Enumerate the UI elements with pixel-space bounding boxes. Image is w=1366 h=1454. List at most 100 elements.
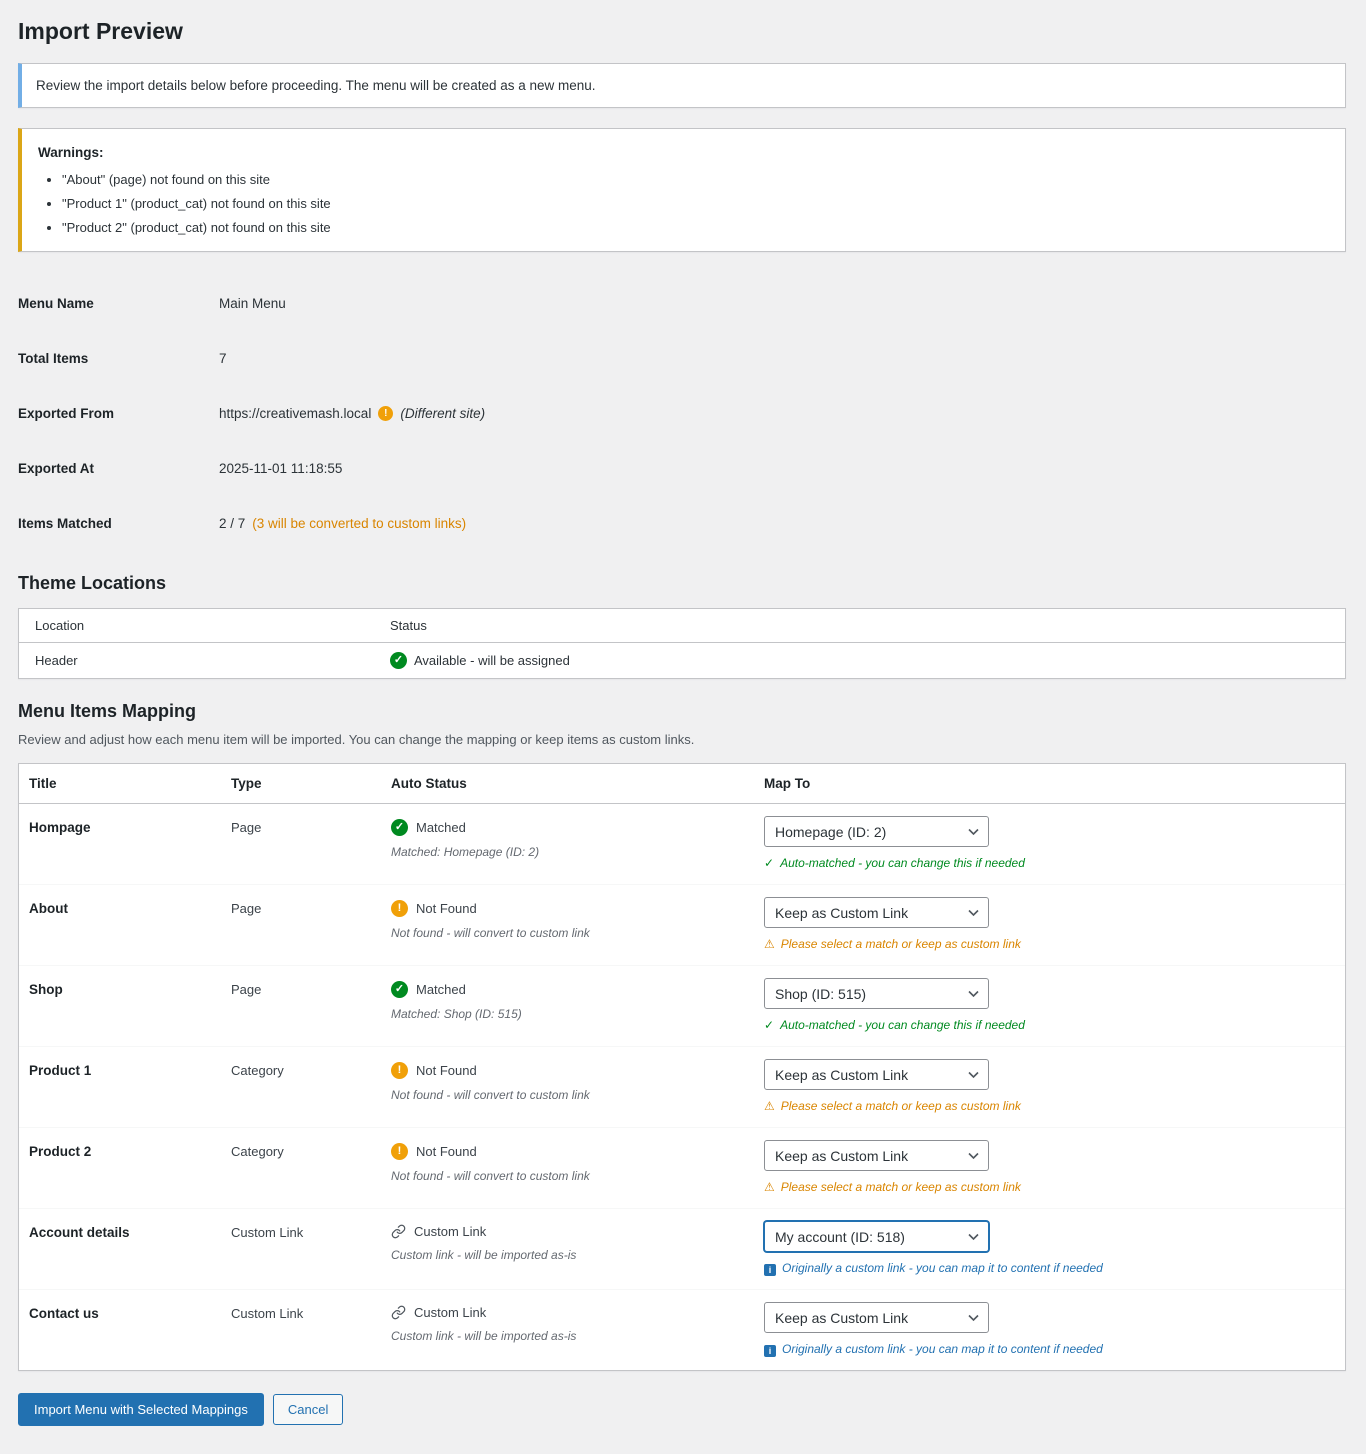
- matched-icon: ✓: [391, 819, 408, 836]
- import-preview-page: Import Preview Review the import details…: [18, 18, 1346, 1426]
- items-matched-count: 2 / 7: [219, 516, 245, 531]
- map-to-select[interactable]: Keep as Custom Link: [764, 897, 989, 928]
- map-to-select[interactable]: Keep as Custom Link: [764, 1140, 989, 1171]
- check-glyph: ✓: [764, 1018, 774, 1032]
- column-header-auto-status: Auto Status: [381, 764, 754, 804]
- map-note: ✓ Auto-matched - you can change this if …: [764, 1018, 1335, 1032]
- detail-row-menu-name: Menu Name Main Menu: [18, 276, 1346, 331]
- not-found-icon: !: [391, 1062, 408, 1079]
- theme-locations-table: Location Status Header ✓ Available - wil…: [18, 608, 1346, 679]
- item-type: Category: [221, 1047, 381, 1127]
- link-icon: [391, 1224, 406, 1239]
- warning-item: "Product 1" (product_cat) not found on t…: [62, 196, 1329, 211]
- footer-actions: Import Menu with Selected Mappings Cance…: [18, 1393, 1346, 1426]
- detail-label: Exported At: [18, 461, 219, 476]
- detail-row-items-matched: Items Matched 2 / 7 (3 will be converted…: [18, 496, 1346, 551]
- warning-item: "About" (page) not found on this site: [62, 172, 1329, 187]
- warning-triangle-icon: ⚠: [764, 1099, 775, 1113]
- different-site-note: (Different site): [400, 406, 485, 421]
- map-note: ⚠ Please select a match or keep as custo…: [764, 1180, 1335, 1194]
- mapping-row: Shop Page ✓ Matched Matched: Shop (ID: 5…: [19, 965, 1345, 1046]
- mapping-row: Product 1 Category ! Not Found Not found…: [19, 1046, 1345, 1127]
- detail-row-exported-from: Exported From https://creativemash.local…: [18, 386, 1346, 441]
- mapping-row: Contact us Custom Link Custom Link Custo…: [19, 1289, 1345, 1370]
- map-to-select[interactable]: Keep as Custom Link: [764, 1059, 989, 1090]
- detail-value: 2 / 7 (3 will be converted to custom lin…: [219, 516, 466, 531]
- item-title: Product 2: [19, 1128, 221, 1208]
- not-found-icon: !: [391, 1143, 408, 1160]
- item-type: Page: [221, 885, 381, 965]
- item-type: Custom Link: [221, 1209, 381, 1289]
- warnings-notice: Warnings: "About" (page) not found on th…: [18, 128, 1346, 252]
- item-title: Account details: [19, 1209, 221, 1289]
- mapping-table: Title Type Auto Status Map To Hompage Pa…: [18, 763, 1346, 1371]
- column-header-type: Type: [221, 764, 381, 804]
- item-title: Product 1: [19, 1047, 221, 1127]
- import-details: Menu Name Main Menu Total Items 7 Export…: [18, 276, 1346, 551]
- item-title: Shop: [19, 966, 221, 1046]
- mapping-description: Review and adjust how each menu item wil…: [18, 732, 1346, 747]
- status-detail: Not found - will convert to custom link: [391, 1169, 744, 1183]
- map-to-select[interactable]: Homepage (ID: 2): [764, 816, 989, 847]
- location-status: Available - will be assigned: [414, 653, 570, 668]
- info-icon: i: [764, 1264, 776, 1276]
- map-to-select[interactable]: Keep as Custom Link: [764, 1302, 989, 1333]
- status-detail: Not found - will convert to custom link: [391, 926, 744, 940]
- mapping-row: Hompage Page ✓ Matched Matched: Homepage…: [19, 804, 1345, 884]
- mapping-row: Account details Custom Link Custom Link …: [19, 1208, 1345, 1289]
- exported-from-url: https://creativemash.local: [219, 406, 371, 421]
- status-text: Custom Link: [414, 1305, 486, 1320]
- status-text: Not Found: [416, 1063, 477, 1078]
- item-type: Custom Link: [221, 1290, 381, 1370]
- column-header-location: Location: [19, 609, 374, 643]
- column-header-map-to: Map To: [754, 764, 1345, 804]
- detail-value: https://creativemash.local ! (Different …: [219, 406, 485, 421]
- item-type: Category: [221, 1128, 381, 1208]
- matched-icon: ✓: [391, 981, 408, 998]
- location-name: Header: [19, 643, 374, 679]
- warning-circle-icon: !: [378, 406, 393, 421]
- warning-triangle-icon: ⚠: [764, 937, 775, 951]
- mapping-row: About Page ! Not Found Not found - will …: [19, 884, 1345, 965]
- warning-item: "Product 2" (product_cat) not found on t…: [62, 220, 1329, 235]
- items-matched-note: (3 will be converted to custom links): [252, 516, 466, 531]
- map-to-select-wrap: Keep as Custom Link: [764, 1140, 989, 1171]
- theme-locations-heading: Theme Locations: [18, 573, 1346, 594]
- detail-label: Total Items: [18, 351, 219, 366]
- page-title: Import Preview: [18, 18, 1346, 45]
- map-note: i Originally a custom link - you can map…: [764, 1261, 1335, 1275]
- theme-location-row: Header ✓ Available - will be assigned: [19, 643, 1345, 679]
- column-header-title: Title: [19, 764, 221, 804]
- status-detail: Custom link - will be imported as-is: [391, 1329, 744, 1343]
- map-to-select-wrap: Shop (ID: 515): [764, 978, 989, 1009]
- column-header-status: Status: [374, 609, 1345, 643]
- mapping-row: Product 2 Category ! Not Found Not found…: [19, 1127, 1345, 1208]
- map-to-select-wrap: Homepage (ID: 2): [764, 816, 989, 847]
- mapping-table-header: Title Type Auto Status Map To: [19, 764, 1345, 804]
- check-circle-icon: ✓: [390, 652, 407, 669]
- status-text: Matched: [416, 982, 466, 997]
- status-text: Not Found: [416, 1144, 477, 1159]
- info-notice-text: Review the import details below before p…: [36, 78, 596, 93]
- map-to-select-wrap: Keep as Custom Link: [764, 897, 989, 928]
- cancel-button[interactable]: Cancel: [273, 1394, 343, 1425]
- info-icon: i: [764, 1345, 776, 1357]
- status-detail: Matched: Homepage (ID: 2): [391, 845, 744, 859]
- map-note: ✓ Auto-matched - you can change this if …: [764, 856, 1335, 870]
- import-menu-button[interactable]: Import Menu with Selected Mappings: [18, 1393, 264, 1426]
- map-note: ⚠ Please select a match or keep as custo…: [764, 1099, 1335, 1113]
- item-title: Hompage: [19, 804, 221, 884]
- map-note: ⚠ Please select a match or keep as custo…: [764, 937, 1335, 951]
- map-to-select[interactable]: My account (ID: 518): [764, 1221, 989, 1252]
- info-notice: Review the import details below before p…: [18, 63, 1346, 108]
- detail-value: 2025-11-01 11:18:55: [219, 461, 342, 476]
- mapping-heading: Menu Items Mapping: [18, 701, 1346, 722]
- check-glyph: ✓: [764, 856, 774, 870]
- link-icon: [391, 1305, 406, 1320]
- map-to-select[interactable]: Shop (ID: 515): [764, 978, 989, 1009]
- status-detail: Matched: Shop (ID: 515): [391, 1007, 744, 1021]
- detail-label: Exported From: [18, 406, 219, 421]
- warning-triangle-icon: ⚠: [764, 1180, 775, 1194]
- map-to-select-wrap: My account (ID: 518): [764, 1221, 989, 1252]
- not-found-icon: !: [391, 900, 408, 917]
